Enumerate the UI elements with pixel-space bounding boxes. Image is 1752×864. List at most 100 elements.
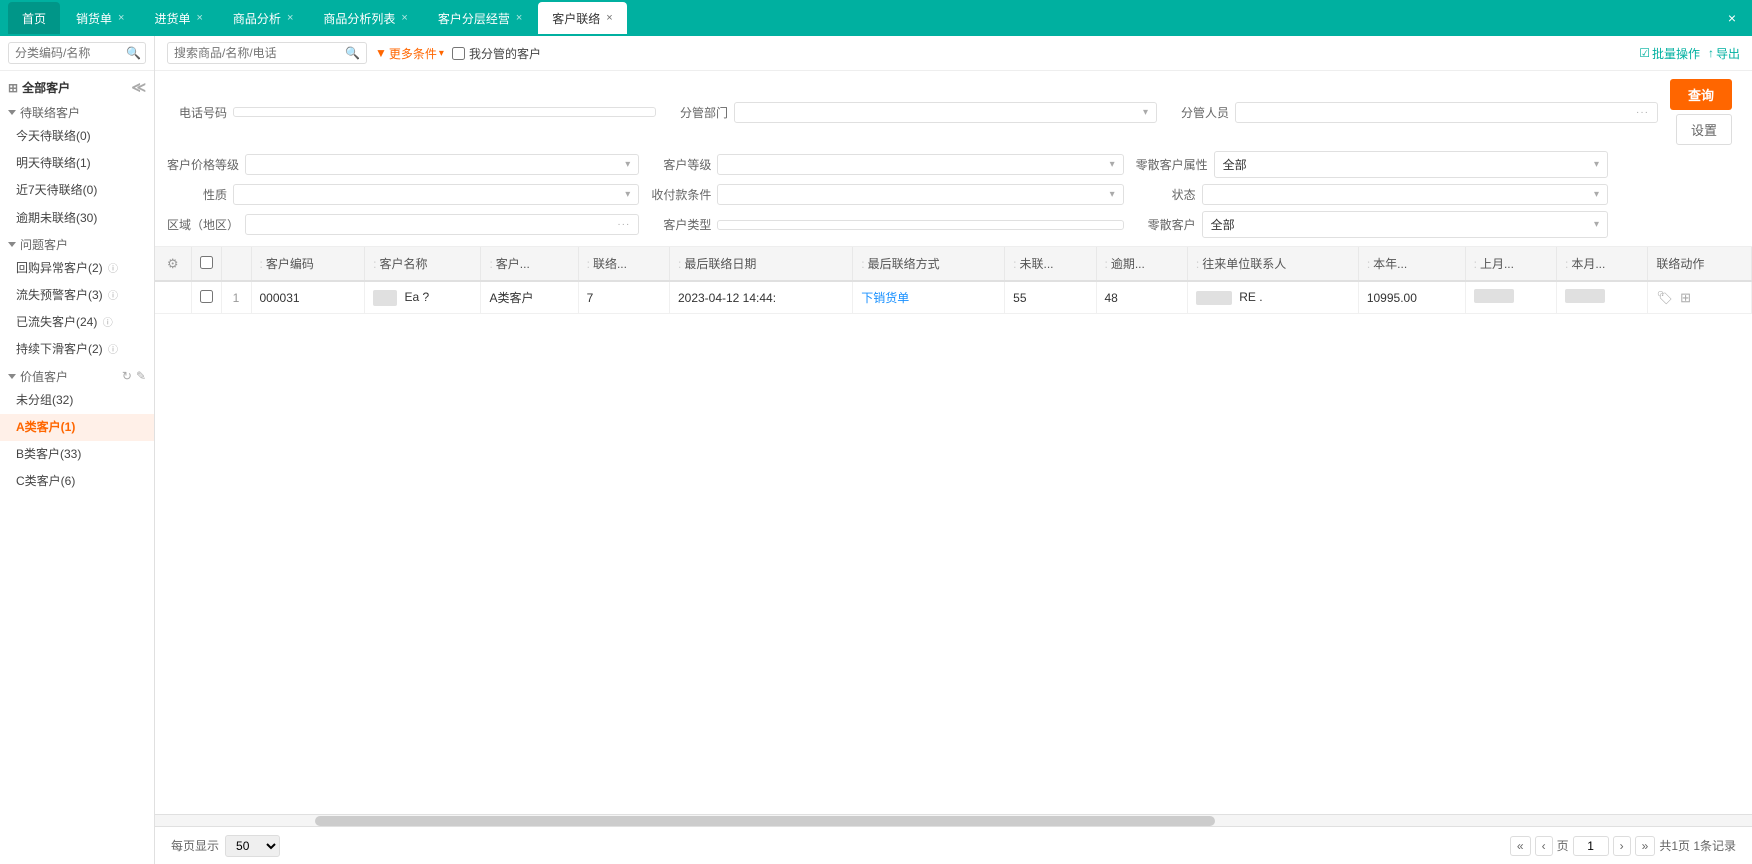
expand-icon xyxy=(8,242,16,247)
col-customer-name[interactable]: :客户名称 xyxy=(365,247,481,281)
payment-select[interactable]: ▾ xyxy=(717,184,1123,205)
my-customers-filter[interactable]: 我分管的客户 xyxy=(452,45,541,62)
tab-customer-contact[interactable]: 客户联络 × xyxy=(538,2,626,34)
sidebar-item-b-class[interactable]: B类客户(33) xyxy=(0,441,154,468)
col-no-contact[interactable]: :未联... xyxy=(1005,247,1096,281)
customer-level-select[interactable]: ▾ xyxy=(717,154,1123,175)
sidebar-item-tomorrow[interactable]: 明天待联络(1) xyxy=(0,150,154,177)
info-icon: ⓘ xyxy=(108,291,118,302)
page-number-input[interactable] xyxy=(1573,836,1609,856)
col-checkbox[interactable] xyxy=(191,247,221,281)
tab-sales[interactable]: 销货单 × xyxy=(62,2,138,34)
batch-operations-button[interactable]: ☑ 批量操作 xyxy=(1639,45,1700,62)
search-icon[interactable]: 🔍 xyxy=(345,46,360,60)
retail-attr-select[interactable]: 全部 ▾ xyxy=(1214,151,1608,178)
customer-level-field: 客户等级 ▾ xyxy=(651,154,1123,175)
per-page-select[interactable]: 50 100 200 xyxy=(225,835,280,857)
chevron-down-icon: ▾ xyxy=(1594,219,1599,230)
chevron-down-icon: ▾ xyxy=(439,48,444,59)
person-input[interactable]: ··· xyxy=(1235,102,1658,123)
chevron-down-icon: ▾ xyxy=(1594,189,1599,200)
my-customers-checkbox[interactable] xyxy=(452,47,465,60)
col-last-month[interactable]: :上月... xyxy=(1465,247,1556,281)
main-search-input[interactable] xyxy=(174,46,341,60)
col-customer-code[interactable]: :客户编码 xyxy=(251,247,365,281)
close-icon[interactable]: × xyxy=(196,12,202,24)
person-field: 分管人员 ··· xyxy=(1169,102,1658,123)
tab-sales-label: 销货单 xyxy=(76,10,112,27)
filter-row-4: 区域（地区） ··· 客户类型 零散客户 全部 ▾ xyxy=(167,211,1740,238)
edit-icon[interactable]: ✎ xyxy=(136,369,146,383)
select-all-checkbox[interactable] xyxy=(200,256,213,269)
last-method-link[interactable]: 下销货单 xyxy=(861,291,909,305)
sidebar-item-overdue[interactable]: 逾期未联络(30) xyxy=(0,205,154,232)
close-icon[interactable]: × xyxy=(606,12,612,24)
retail-customer-select[interactable]: 全部 ▾ xyxy=(1202,211,1608,238)
chevron-down-icon: ▾ xyxy=(1110,189,1115,200)
tab-purchase-label: 进货单 xyxy=(154,10,190,27)
refresh-icon[interactable]: ↻ xyxy=(122,369,132,383)
chevron-down-icon: ▾ xyxy=(1110,159,1115,170)
footer-right: « ‹ 页 › » 共1页 1条记录 xyxy=(1510,836,1736,856)
sidebar-item-7days[interactable]: 近7天待联络(0) xyxy=(0,177,154,204)
sidebar-item-unclassified[interactable]: 未分组(32) xyxy=(0,387,154,414)
tab-analysis[interactable]: 商品分析 × xyxy=(219,2,307,34)
status-label: 状态 xyxy=(1136,186,1196,203)
col-year-amt[interactable]: :本年... xyxy=(1358,247,1465,281)
close-icon[interactable]: × xyxy=(401,12,407,24)
collapse-icon[interactable]: ≪ xyxy=(131,79,146,96)
close-icon[interactable]: × xyxy=(118,12,124,24)
prev-page-button[interactable]: ‹ xyxy=(1535,836,1553,856)
tab-analysis-list[interactable]: 商品分析列表 × xyxy=(309,2,421,34)
gear-icon[interactable]: ⚙ xyxy=(167,256,179,271)
sidebar-item-churned[interactable]: 已流失客户(24) ⓘ xyxy=(0,309,154,336)
row-number: 1 xyxy=(221,281,251,314)
export-button[interactable]: ↑ 导出 xyxy=(1708,45,1740,62)
close-icon[interactable]: × xyxy=(287,12,293,24)
all-customers-label: 全部客户 xyxy=(22,79,70,96)
close-all-button[interactable]: × xyxy=(1720,6,1744,30)
price-level-select[interactable]: ▾ xyxy=(245,154,639,175)
tag-icon[interactable]: 🏷 xyxy=(1656,290,1673,305)
grid-action-icon[interactable]: ⊞ xyxy=(1680,290,1691,305)
sidebar-item-repurchase-abnormal[interactable]: 回购异常客户(2) ⓘ xyxy=(0,255,154,282)
col-last-method[interactable]: :最后联络方式 xyxy=(853,247,1005,281)
filter-bar: 🔍 ▼ 更多条件 ▾ 我分管的客户 ☑ 批量操作 ↑ 导出 xyxy=(155,36,1752,71)
customer-name-text[interactable]: Ea ? xyxy=(404,290,429,304)
sidebar-item-churn-warning[interactable]: 流失预警客户(3) ⓘ xyxy=(0,282,154,309)
row-checkbox[interactable] xyxy=(191,281,221,314)
first-page-button[interactable]: « xyxy=(1510,836,1531,856)
col-action: 联络动作 xyxy=(1648,247,1752,281)
tab-purchase[interactable]: 进货单 × xyxy=(140,2,216,34)
phone-input[interactable] xyxy=(233,107,656,117)
close-icon[interactable]: × xyxy=(516,12,522,24)
col-overdue[interactable]: :逾期... xyxy=(1096,247,1187,281)
query-button[interactable]: 查询 xyxy=(1670,79,1732,110)
tab-customer-layer[interactable]: 客户分层经营 × xyxy=(424,2,536,34)
col-settings[interactable]: ⚙ xyxy=(155,247,191,281)
top-nav: 首页 销货单 × 进货单 × 商品分析 × 商品分析列表 × 客户分层经营 × … xyxy=(0,0,1752,36)
last-page-button[interactable]: » xyxy=(1635,836,1656,856)
sidebar-search-icon[interactable]: 🔍 xyxy=(126,46,141,60)
sidebar-item-today[interactable]: 今天待联络(0) xyxy=(0,123,154,150)
row-select-checkbox[interactable] xyxy=(200,290,213,303)
col-customer-level[interactable]: :客户... xyxy=(481,247,578,281)
col-this-month[interactable]: :本月... xyxy=(1556,247,1647,281)
sidebar-all-customers[interactable]: ⊞ 全部客户 ≪ xyxy=(0,71,154,100)
customer-type-input[interactable] xyxy=(717,220,1123,230)
horizontal-scrollbar[interactable] xyxy=(155,814,1752,826)
status-select[interactable]: ▾ xyxy=(1202,184,1608,205)
col-contact[interactable]: :联络... xyxy=(578,247,669,281)
tab-home[interactable]: 首页 xyxy=(8,2,60,34)
dept-select[interactable]: ▾ xyxy=(734,102,1157,123)
col-unit-contact[interactable]: :往来单位联系人 xyxy=(1187,247,1358,281)
col-last-date[interactable]: :最后联络日期 xyxy=(669,247,852,281)
nature-select[interactable]: ▾ xyxy=(233,184,639,205)
next-page-button[interactable]: › xyxy=(1613,836,1631,856)
sidebar-item-a-class[interactable]: A类客户(1) xyxy=(0,414,154,441)
more-filters-button[interactable]: ▼ 更多条件 ▾ xyxy=(375,45,444,62)
region-input[interactable]: ··· xyxy=(245,214,639,235)
settings-button[interactable]: 设置 xyxy=(1676,114,1732,145)
sidebar-item-declining[interactable]: 持续下滑客户(2) ⓘ xyxy=(0,336,154,363)
sidebar-item-c-class[interactable]: C类客户(6) xyxy=(0,468,154,495)
